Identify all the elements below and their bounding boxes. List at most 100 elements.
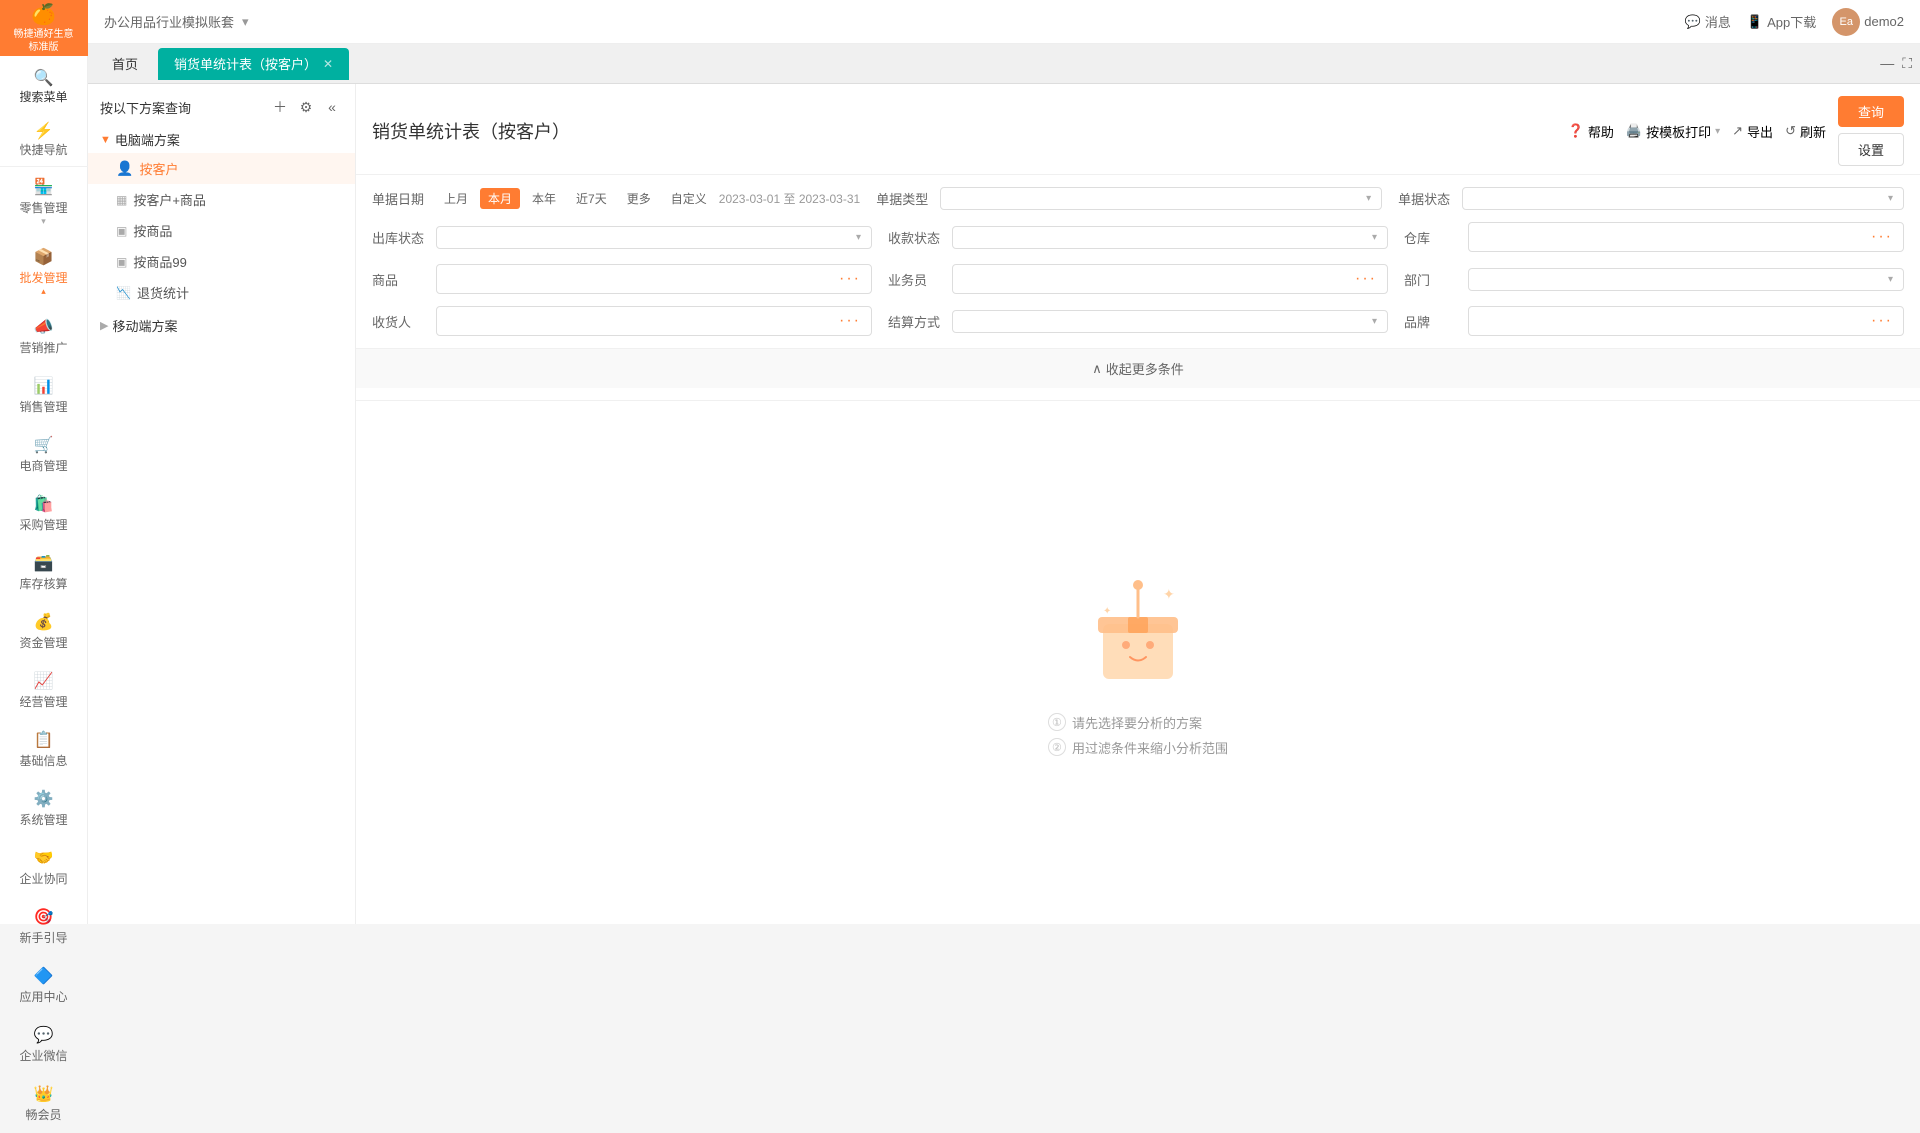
minimize-btn[interactable]: — xyxy=(1880,55,1894,72)
doc-type-label: 单据类型 xyxy=(876,189,932,208)
add-scheme-btn[interactable]: ＋ xyxy=(269,96,291,118)
tab-close-btn[interactable]: ✕ xyxy=(323,57,333,71)
customer-goods-icon: ▦ xyxy=(116,193,127,207)
topbar: 办公用品行业模拟账套 ▾ 💬 消息 📱 App下载 Ea demo2 xyxy=(88,0,1920,44)
app-logo: 🍊 畅捷通好生意 标准版 xyxy=(0,0,88,56)
brand-filter: 品牌 ··· xyxy=(1404,306,1904,336)
doc-status-chevron: ▾ xyxy=(1888,193,1893,204)
refresh-btn[interactable]: ↺ 刷新 xyxy=(1785,122,1826,141)
date-this-month[interactable]: 本月 xyxy=(480,188,520,209)
wholesale-icon: 📦 xyxy=(4,247,84,267)
sidebar-quick-nav[interactable]: ⚡ 快捷导航 xyxy=(0,113,88,167)
brand-input[interactable]: ··· xyxy=(1468,306,1904,336)
sidebar-item-app-center[interactable]: 🔷 应用中心 xyxy=(0,956,88,1015)
scheme-item-by-goods99[interactable]: ▣ 按商品99 xyxy=(88,246,355,277)
goods-input[interactable]: ··· xyxy=(436,264,872,294)
wholesale-label: 批发管理 xyxy=(4,269,84,286)
app-center-icon: 🔷 xyxy=(4,966,84,986)
step-num-1: ① xyxy=(1048,713,1066,731)
member-label: 畅会员 xyxy=(4,1106,84,1123)
avatar: Ea xyxy=(1832,8,1860,36)
user-profile[interactable]: Ea demo2 xyxy=(1832,8,1904,36)
doc-type-filter: 单据类型 ▾ xyxy=(876,187,1382,210)
sidebar-item-corp-wechat[interactable]: 💬 企业微信 xyxy=(0,1015,88,1074)
out-status-select[interactable]: ▾ xyxy=(436,226,872,249)
system-label: 系统管理 xyxy=(4,811,84,828)
department-select[interactable]: ▾ xyxy=(1468,268,1904,291)
filter-row-3: 商品 ··· 业务员 ··· 部门 xyxy=(372,264,1904,294)
query-btn[interactable]: 查询 xyxy=(1838,96,1904,127)
warehouse-filter: 仓库 ··· xyxy=(1404,222,1904,252)
sidebar-item-retail[interactable]: 🏪 零售管理 ▾ xyxy=(0,167,88,237)
svg-text:✦: ✦ xyxy=(1103,606,1111,617)
message-icon: 💬 xyxy=(1685,14,1701,30)
purchase-label: 采购管理 xyxy=(4,516,84,533)
payment-status-label: 收款状态 xyxy=(888,228,944,247)
dropdown-icon[interactable]: ▾ xyxy=(242,14,249,30)
sidebar-item-corp-collab[interactable]: 🤝 企业协同 xyxy=(0,838,88,897)
scheme-group-mobile-header[interactable]: ▶ 移动端方案 xyxy=(88,312,355,339)
tab-home[interactable]: 首页 xyxy=(96,48,154,80)
sidebar-item-inventory[interactable]: 🗃️ 库存核算 xyxy=(0,543,88,602)
sidebar-item-purchase[interactable]: 🛍️ 采购管理 xyxy=(0,484,88,543)
settings-btn[interactable]: 设置 xyxy=(1838,133,1904,166)
app-download-btn[interactable]: 📱 App下载 xyxy=(1747,12,1816,31)
date-more[interactable]: 更多 xyxy=(619,188,659,209)
tabbar: 首页 销货单统计表（按客户） ✕ — ⛶ xyxy=(88,44,1920,84)
sidebar-item-system[interactable]: ⚙️ 系统管理 xyxy=(0,779,88,838)
date-this-year[interactable]: 本年 xyxy=(524,188,564,209)
date-custom[interactable]: 自定义 xyxy=(663,188,715,209)
marketing-label: 营销推广 xyxy=(4,339,84,356)
maximize-btn[interactable]: ⛶ xyxy=(1902,55,1912,72)
help-icon: ❓ xyxy=(1568,123,1584,139)
sidebar-item-marketing[interactable]: 📣 营销推广 xyxy=(0,307,88,366)
scheme-group-mobile: ▶ 移动端方案 xyxy=(88,312,355,339)
goods-label: 商品 xyxy=(372,270,428,289)
doc-status-select[interactable]: ▾ xyxy=(1462,187,1904,210)
help-btn[interactable]: ❓ 帮助 xyxy=(1568,122,1614,141)
export-btn[interactable]: ↗ 导出 xyxy=(1732,122,1773,141)
add-icon: ＋ xyxy=(273,97,287,117)
scheme-item-by-customer[interactable]: 👤 按客户 xyxy=(88,153,355,184)
panel-collapse-btn[interactable]: « xyxy=(321,96,343,118)
scheme-item-return-stats[interactable]: 📉 退货统计 xyxy=(88,277,355,308)
corp-wechat-label: 企业微信 xyxy=(4,1047,84,1064)
sidebar-item-sales[interactable]: 📊 销售管理 xyxy=(0,366,88,425)
group-expand-icon: ▼ xyxy=(100,134,111,146)
basic-icon: 📋 xyxy=(4,730,84,750)
sidebar-item-finance[interactable]: 💰 资金管理 xyxy=(0,602,88,661)
date-last-month[interactable]: 上月 xyxy=(436,188,476,209)
action-buttons: 查询 设置 xyxy=(1838,96,1904,166)
print-btn[interactable]: 🖨️ 按模板打印 ▾ xyxy=(1626,122,1720,141)
operation-icon: 📈 xyxy=(4,671,84,691)
sidebar-item-wholesale[interactable]: 📦 批发管理 ▴ xyxy=(0,237,88,307)
scheme-settings-btn[interactable]: ⚙ xyxy=(295,96,317,118)
doc-type-select[interactable]: ▾ xyxy=(940,187,1382,210)
sidebar-item-member[interactable]: 👑 畅会员 xyxy=(0,1074,88,1133)
brand-label: 品牌 xyxy=(1404,312,1460,331)
payment-status-select[interactable]: ▾ xyxy=(952,226,1388,249)
salesman-input[interactable]: ··· xyxy=(952,264,1388,294)
main-content: 办公用品行业模拟账套 ▾ 💬 消息 📱 App下载 Ea demo2 首页 xyxy=(88,0,1920,924)
date-last-7-days[interactable]: 近7天 xyxy=(568,188,615,209)
settlement-select[interactable]: ▾ xyxy=(952,310,1388,333)
operation-label: 经营管理 xyxy=(4,693,84,710)
scheme-item-by-customer-goods[interactable]: ▦ 按客户+商品 xyxy=(88,184,355,215)
empty-svg: ✦ ✦ xyxy=(1078,569,1198,689)
warehouse-input[interactable]: ··· xyxy=(1468,222,1904,252)
collapse-more-btn[interactable]: ∧ 收起更多条件 xyxy=(1076,355,1200,382)
salesman-filter: 业务员 ··· xyxy=(888,264,1388,294)
sidebar-search[interactable]: 🔍 搜索菜单 xyxy=(0,56,88,113)
message-label: 消息 xyxy=(1705,12,1731,31)
message-btn[interactable]: 💬 消息 xyxy=(1685,12,1731,31)
sidebar-item-ecommerce[interactable]: 🛒 电商管理 xyxy=(0,425,88,484)
sidebar-item-new-guide[interactable]: 🎯 新手引导 xyxy=(0,897,88,956)
receiver-input[interactable]: ··· xyxy=(436,306,872,336)
scheme-group-desktop-header[interactable]: ▼ 电脑端方案 xyxy=(88,126,355,153)
sidebar-item-operation[interactable]: 📈 经营管理 xyxy=(0,661,88,720)
system-icon: ⚙️ xyxy=(4,789,84,809)
tab-sales-stats[interactable]: 销货单统计表（按客户） ✕ xyxy=(158,48,349,80)
scheme-item-by-goods[interactable]: ▣ 按商品 xyxy=(88,215,355,246)
sidebar-item-basic[interactable]: 📋 基础信息 xyxy=(0,720,88,779)
collapse-label: 收起更多条件 xyxy=(1106,359,1184,378)
